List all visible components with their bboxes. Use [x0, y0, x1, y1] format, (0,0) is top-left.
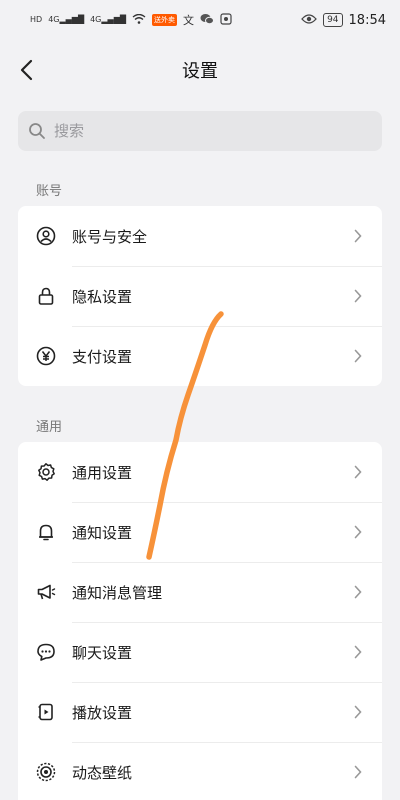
wechat-icon — [200, 13, 214, 28]
app-icon-small — [220, 12, 232, 28]
chat-icon — [36, 642, 56, 662]
status-left: HD 4G▂▄▆█ 4G▂▄▆█ 送外卖 文 — [30, 12, 232, 28]
translate-icon: 文 — [183, 14, 194, 27]
general-card: 通用设置 通知设置 通知消息管理 聊天设置 播放设置 动态壁纸 — [18, 442, 382, 800]
row-playback-settings[interactable]: 播放设置 — [18, 682, 382, 742]
chevron-right-icon — [352, 229, 364, 243]
row-general-settings[interactable]: 通用设置 — [18, 442, 382, 502]
account-icon — [36, 226, 56, 246]
section-label-account: 账号 — [36, 184, 63, 199]
chevron-right-icon — [352, 645, 364, 659]
row-notification-message-management[interactable]: 通知消息管理 — [18, 562, 382, 622]
row-label: 播放设置 — [72, 703, 133, 722]
chevron-right-icon — [352, 585, 364, 599]
row-live-wallpaper[interactable]: 动态壁纸 — [18, 742, 382, 800]
signal-4g-2: 4G▂▄▆█ — [90, 15, 126, 24]
eye-icon — [301, 13, 317, 27]
account-card: 账号与安全 隐私设置 支付设置 — [18, 206, 382, 386]
megaphone-icon — [36, 582, 56, 602]
row-payment[interactable]: 支付设置 — [18, 326, 382, 386]
search-input[interactable] — [54, 122, 354, 140]
status-bar: HD 4G▂▄▆█ 4G▂▄▆█ 送外卖 文 94 18:54 — [0, 0, 400, 40]
row-label: 动态壁纸 — [72, 763, 133, 782]
back-arrow-icon — [20, 59, 33, 81]
search-icon — [29, 123, 45, 139]
chevron-right-icon — [352, 465, 364, 479]
hd-indicator: HD — [30, 15, 43, 24]
row-label: 支付设置 — [72, 347, 133, 366]
row-label: 聊天设置 — [72, 643, 133, 662]
row-chat-settings[interactable]: 聊天设置 — [18, 622, 382, 682]
lock-icon — [36, 286, 56, 306]
row-label: 通知消息管理 — [72, 583, 163, 602]
status-right: 94 18:54 — [301, 13, 386, 28]
page-title: 设置 — [182, 61, 218, 82]
row-privacy[interactable]: 隐私设置 — [18, 266, 382, 326]
row-label: 隐私设置 — [72, 287, 133, 306]
wallpaper-icon — [36, 762, 56, 782]
back-button[interactable] — [14, 56, 38, 84]
app-badge: 送外卖 — [152, 14, 177, 26]
signal-4g-1: 4G▂▄▆█ — [48, 15, 85, 24]
wifi-icon — [132, 13, 146, 27]
chevron-right-icon — [352, 705, 364, 719]
row-label: 通用设置 — [72, 463, 133, 482]
row-label: 账号与安全 — [72, 227, 148, 246]
chevron-right-icon — [352, 349, 364, 363]
chevron-right-icon — [352, 765, 364, 779]
search-bar[interactable] — [18, 111, 382, 151]
row-account-security[interactable]: 账号与安全 — [18, 206, 382, 266]
bell-icon — [36, 522, 56, 542]
chevron-right-icon — [352, 525, 364, 539]
gear-icon — [36, 462, 56, 482]
row-notification-settings[interactable]: 通知设置 — [18, 502, 382, 562]
row-label: 通知设置 — [72, 523, 133, 542]
yuan-icon — [36, 346, 56, 366]
chevron-right-icon — [352, 289, 364, 303]
page-header: 设置 — [0, 48, 400, 92]
play-icon — [36, 702, 56, 722]
status-time: 18:54 — [348, 12, 386, 28]
battery-indicator: 94 — [323, 13, 343, 27]
section-label-general: 通用 — [36, 420, 63, 435]
